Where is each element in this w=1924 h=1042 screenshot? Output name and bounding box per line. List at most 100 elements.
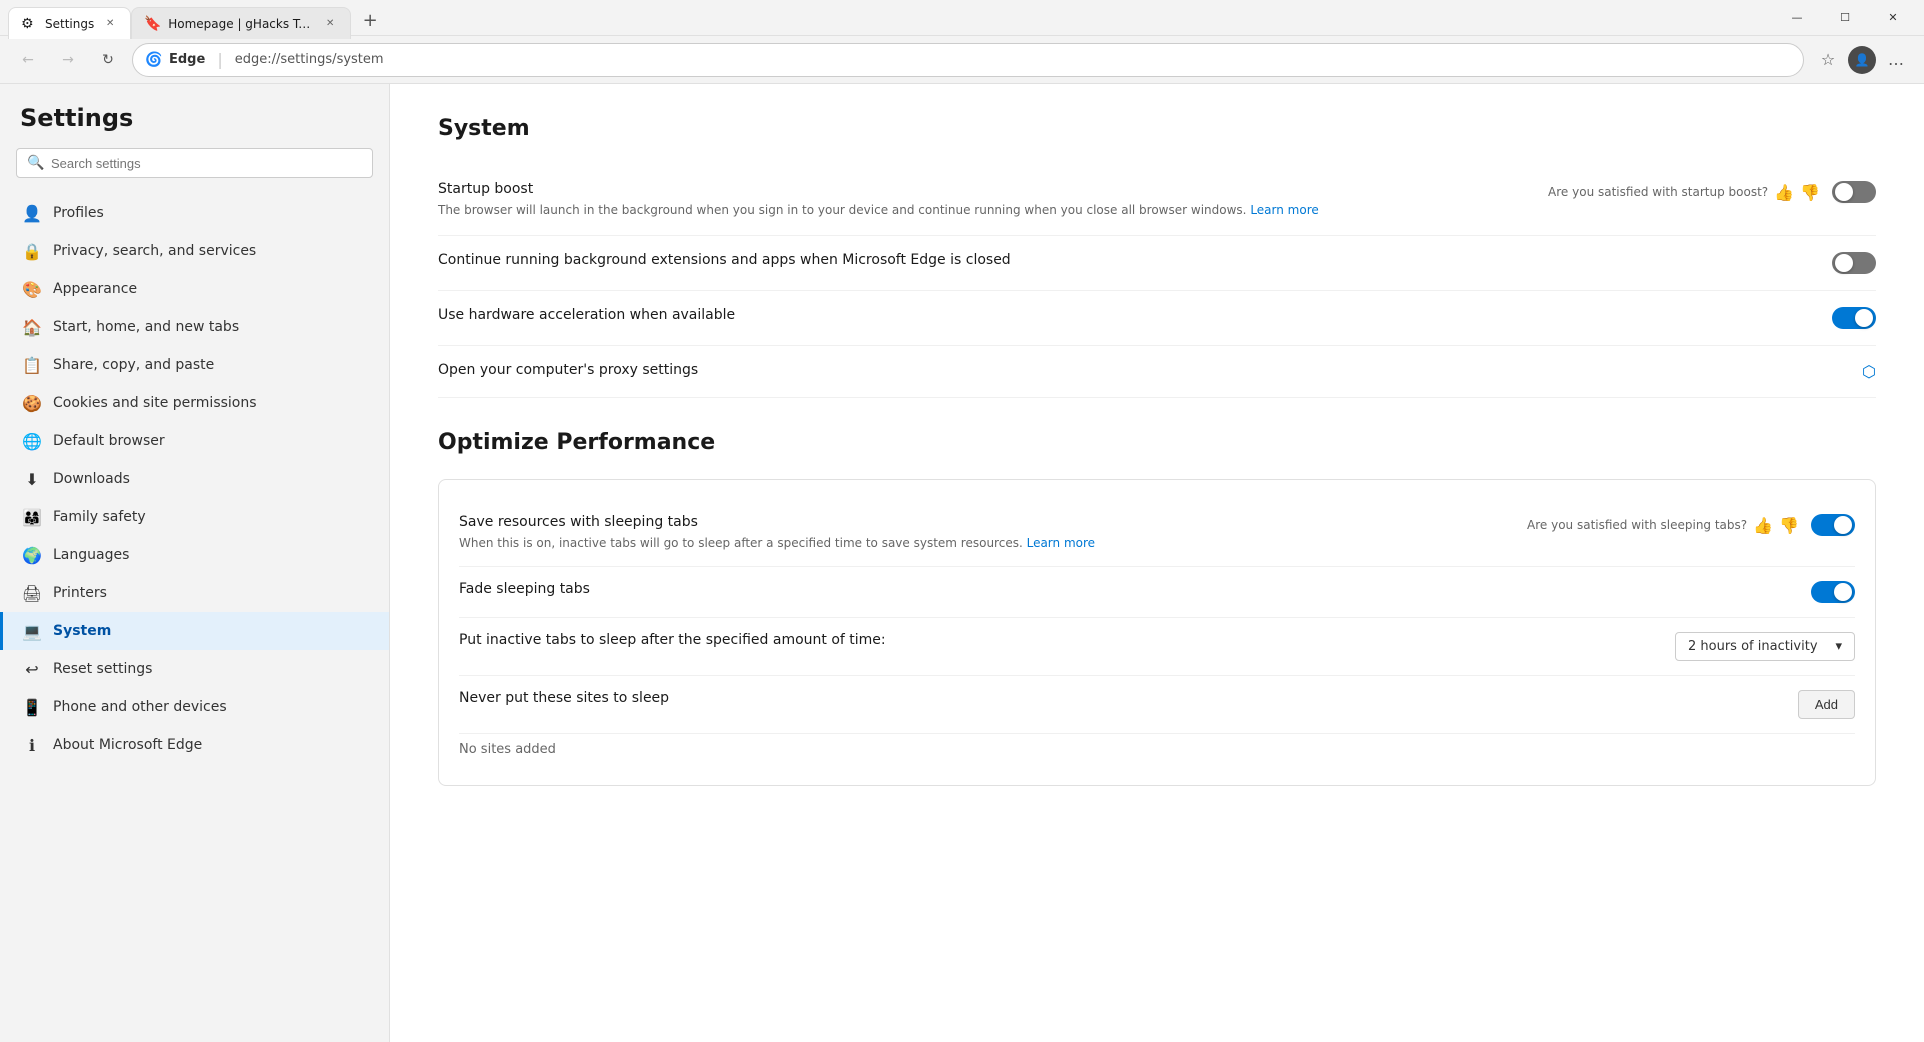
sidebar-item-privacy[interactable]: 🔒 Privacy, search, and services [0,232,389,270]
appearance-icon: 🎨 [23,280,41,298]
inactive-sleep-info: Put inactive tabs to sleep after the spe… [459,632,1651,648]
sidebar-item-about-label: About Microsoft Edge [53,737,202,753]
inactive-sleep-label: Put inactive tabs to sleep after the spe… [459,632,1651,648]
sleeping-tabs-thumbup[interactable]: 👍 [1753,516,1773,535]
sidebar-item-printers[interactable]: 🖨 Printers [0,574,389,612]
chevron-down-icon: ▾ [1835,639,1842,654]
window-controls: — ☐ ✕ [1774,2,1916,34]
no-sites-text: No sites added [459,734,1855,765]
sidebar-item-family-safety-label: Family safety [53,509,146,525]
sidebar-item-downloads[interactable]: ⬇ Downloads [0,460,389,498]
cookies-icon: 🍪 [23,394,41,412]
never-sleep-row: Never put these sites to sleep Add [459,676,1855,734]
startup-boost-toggle-thumb [1835,183,1853,201]
settings-tab-icon: ⚙ [21,16,37,32]
startup-boost-thumbup[interactable]: 👍 [1774,183,1794,202]
tab-list: ⚙ Settings ✕ 🔖 Homepage | gHacks Technol… [8,0,1770,35]
back-button[interactable]: ← [12,44,44,76]
sidebar-item-default-browser[interactable]: 🌐 Default browser [0,422,389,460]
startup-boost-thumbdown[interactable]: 👎 [1800,183,1820,202]
maximize-button[interactable]: ☐ [1822,2,1868,34]
sidebar-item-system[interactable]: 💻 System [0,612,389,650]
close-button[interactable]: ✕ [1870,2,1916,34]
sidebar-item-share-copy[interactable]: 📋 Share, copy, and paste [0,346,389,384]
sidebar-item-about[interactable]: ℹ About Microsoft Edge [0,726,389,764]
add-site-button[interactable]: Add [1798,690,1855,719]
fade-sleeping-row: Fade sleeping tabs [459,567,1855,618]
fade-sleeping-toggle[interactable] [1811,581,1855,603]
browser-brand-label: Edge [169,52,205,67]
sidebar: Settings 🔍 👤 Profiles 🔒 Privacy, search,… [0,84,390,1042]
sidebar-item-cookies-label: Cookies and site permissions [53,395,257,411]
sidebar-item-reset[interactable]: ↩ Reset settings [0,650,389,688]
sidebar-item-privacy-label: Privacy, search, and services [53,243,256,259]
startup-boost-label: Startup boost [438,181,1524,197]
startup-boost-row: Startup boost The browser will launch in… [438,165,1876,236]
search-box[interactable]: 🔍 [16,148,373,178]
phone-icon: 📱 [23,698,41,716]
sidebar-item-cookies[interactable]: 🍪 Cookies and site permissions [0,384,389,422]
background-extensions-toggle[interactable] [1832,252,1876,274]
proxy-external-link-icon[interactable]: ⬡ [1862,362,1876,381]
hardware-accel-toggle-thumb [1855,309,1873,327]
address-bar[interactable]: 🌀 Edge | edge://settings/system [132,43,1804,77]
inactive-sleep-dropdown[interactable]: 2 hours of inactivity ▾ [1675,632,1855,661]
never-sleep-label: Never put these sites to sleep [459,690,1774,706]
startup-boost-feedback-text: Are you satisfied with startup boost? [1548,185,1768,199]
fade-sleeping-toggle-thumb [1834,583,1852,601]
sleeping-tabs-learn-more[interactable]: Learn more [1027,536,1095,550]
navbar: ← → ↻ 🌀 Edge | edge://settings/system ☆ … [0,36,1924,84]
proxy-settings-info: Open your computer's proxy settings [438,362,1838,378]
family-safety-icon: 👨‍👩‍👧 [23,508,41,526]
startup-boost-learn-more[interactable]: Learn more [1250,203,1318,217]
hardware-accel-toggle[interactable] [1832,307,1876,329]
settings-tab-title: Settings [45,17,94,31]
proxy-settings-row: Open your computer's proxy settings ⬡ [438,346,1876,398]
system-icon: 💻 [23,622,41,640]
profile-avatar[interactable]: 👤 [1848,46,1876,74]
sleeping-tabs-feedback: Are you satisfied with sleeping tabs? 👍 … [1527,516,1799,535]
sidebar-item-printers-label: Printers [53,585,107,601]
sidebar-item-family-safety[interactable]: 👨‍👩‍👧 Family safety [0,498,389,536]
proxy-settings-controls: ⬡ [1862,362,1876,381]
search-icon: 🔍 [27,155,43,171]
sidebar-item-start-home[interactable]: 🏠 Start, home, and new tabs [0,308,389,346]
default-browser-icon: 🌐 [23,432,41,450]
refresh-button[interactable]: ↻ [92,44,124,76]
sidebar-item-appearance[interactable]: 🎨 Appearance [0,270,389,308]
edge-logo-icon: 🌀 [145,52,161,68]
minimize-button[interactable]: — [1774,2,1820,34]
sleeping-tabs-row: Save resources with sleeping tabs When t… [459,500,1855,567]
forward-button[interactable]: → [52,44,84,76]
sidebar-item-profiles-label: Profiles [53,205,104,221]
languages-icon: 🌍 [23,546,41,564]
inactive-sleep-controls: 2 hours of inactivity ▾ [1675,632,1855,661]
sidebar-item-profiles[interactable]: 👤 Profiles [0,194,389,232]
sleeping-tabs-info: Save resources with sleeping tabs When t… [459,514,1503,552]
settings-tab-close[interactable]: ✕ [102,16,118,32]
ghacks-tab-close[interactable]: ✕ [322,16,338,32]
ghacks-tab[interactable]: 🔖 Homepage | gHacks Technology ✕ [131,7,351,39]
sidebar-item-phone[interactable]: 📱 Phone and other devices [0,688,389,726]
startup-boost-toggle[interactable] [1832,181,1876,203]
hardware-accel-label: Use hardware acceleration when available [438,307,1808,323]
startup-boost-feedback: Are you satisfied with startup boost? 👍 … [1548,183,1820,202]
sleeping-tabs-toggle[interactable] [1811,514,1855,536]
sidebar-item-appearance-label: Appearance [53,281,137,297]
background-extensions-controls [1832,252,1876,274]
titlebar: ⚙ Settings ✕ 🔖 Homepage | gHacks Technol… [0,0,1924,36]
sidebar-item-languages[interactable]: 🌍 Languages [0,536,389,574]
sleeping-tabs-thumbdown[interactable]: 👎 [1779,516,1799,535]
search-input[interactable] [51,156,362,171]
settings-tab[interactable]: ⚙ Settings ✕ [8,7,131,39]
hardware-accel-controls [1832,307,1876,329]
inactive-sleep-dropdown-value: 2 hours of inactivity [1688,639,1818,654]
new-tab-button[interactable]: + [355,5,385,35]
address-url[interactable]: edge://settings/system [235,52,1791,67]
sidebar-item-reset-label: Reset settings [53,661,152,677]
settings-menu-icon[interactable]: … [1880,44,1912,76]
about-icon: ℹ [23,736,41,754]
favorites-icon[interactable]: ☆ [1812,44,1844,76]
downloads-icon: ⬇ [23,470,41,488]
sidebar-item-system-label: System [53,623,111,639]
